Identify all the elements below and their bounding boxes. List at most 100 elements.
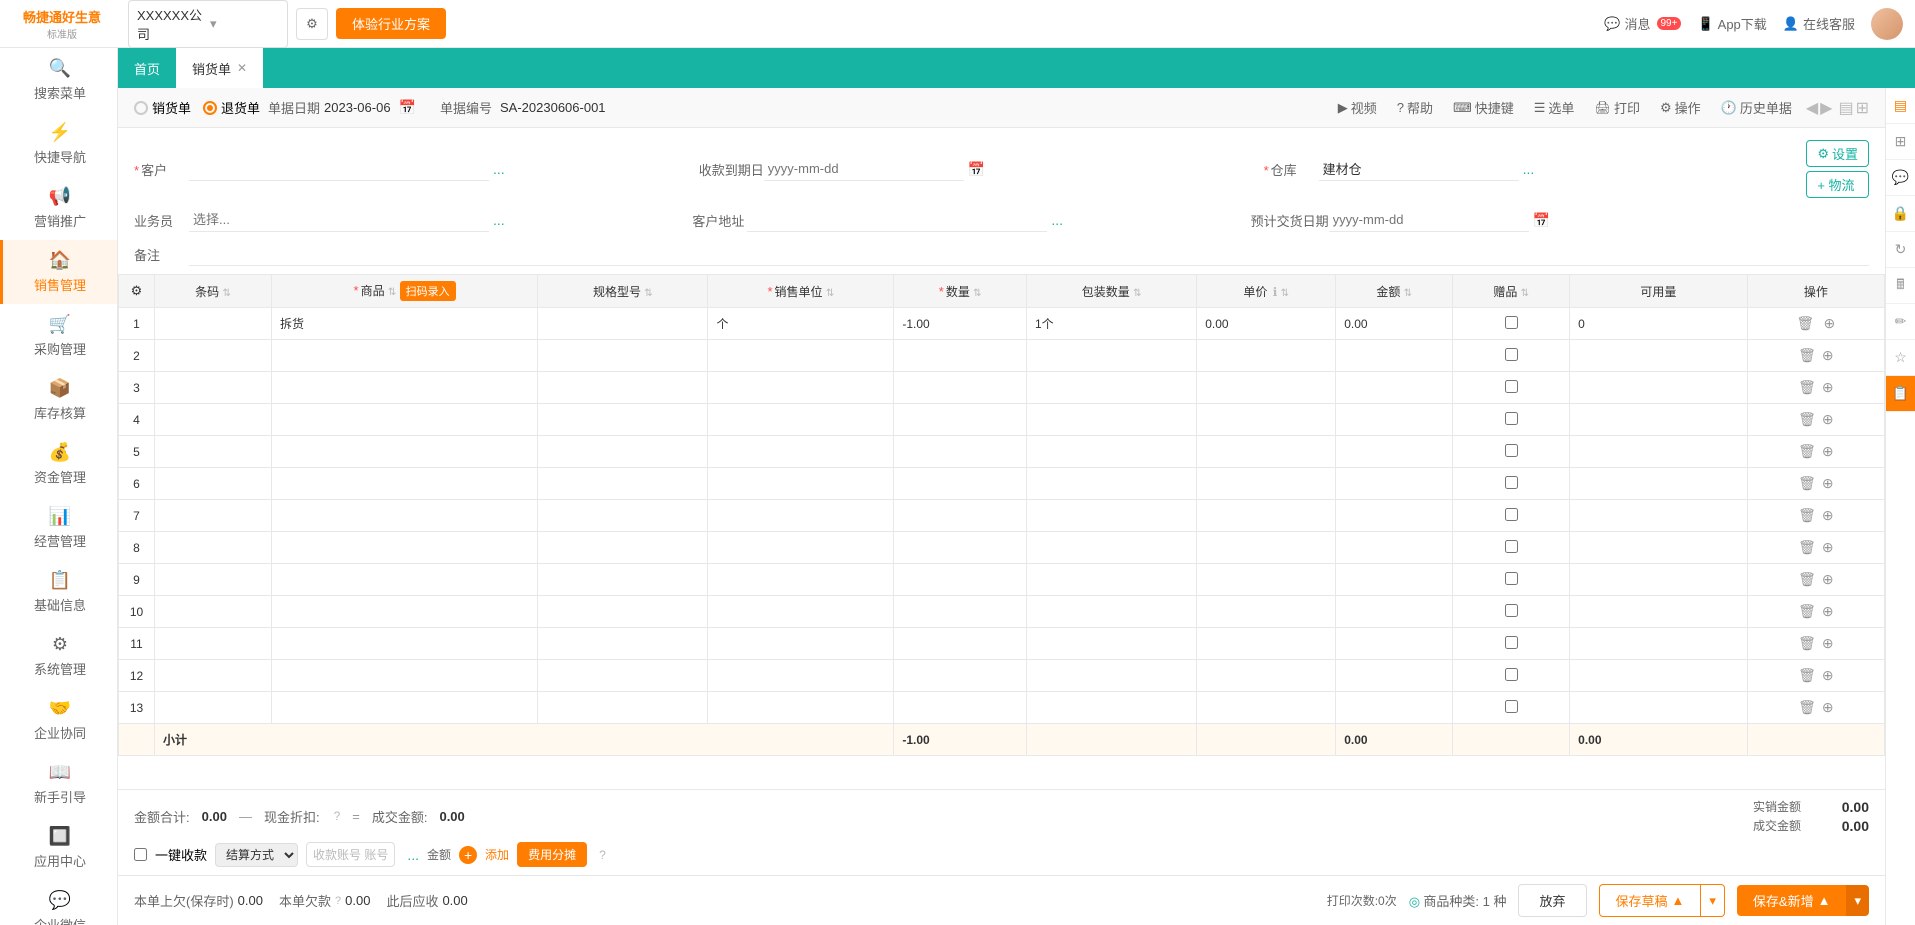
th-spec-sort[interactable]: ⇅: [644, 288, 652, 299]
add-payment-btn[interactable]: +: [459, 846, 477, 864]
copy-row-btn[interactable]: ⊕: [1819, 473, 1837, 494]
cell-quantity[interactable]: -1.00: [894, 308, 1027, 340]
delete-row-btn[interactable]: 🗑: [1795, 633, 1819, 654]
delete-row-btn[interactable]: 🗑: [1795, 601, 1819, 622]
cell-product[interactable]: [271, 596, 537, 628]
cell-unit-price[interactable]: 0.00: [1197, 308, 1336, 340]
cell-unit[interactable]: [708, 500, 894, 532]
sidebar-item-guide[interactable]: 📖 新手引导: [0, 752, 117, 816]
cell-quantity[interactable]: [894, 340, 1027, 372]
cell-unit[interactable]: [708, 436, 894, 468]
copy-row-btn[interactable]: ⊕: [1821, 313, 1839, 334]
save-draft-dropdown-btn[interactable]: ▾: [1701, 884, 1725, 917]
cell-spec[interactable]: [538, 660, 708, 692]
customer-input[interactable]: [189, 157, 489, 181]
radio-sales[interactable]: 销货单: [134, 98, 191, 117]
cell-barcode[interactable]: [155, 692, 272, 724]
cell-gift[interactable]: [1453, 628, 1570, 660]
setting-button[interactable]: ⚙ 设置: [1806, 140, 1869, 167]
delete-row-btn[interactable]: 🗑: [1795, 441, 1819, 462]
right-panel-comment[interactable]: 💬: [1886, 160, 1915, 196]
sidebar-item-marketing[interactable]: 📢 营销推广: [0, 176, 117, 240]
cell-quantity[interactable]: [894, 628, 1027, 660]
payment-account-input[interactable]: 收款账号 账号: [306, 842, 395, 867]
cell-product[interactable]: [271, 436, 537, 468]
cell-spec[interactable]: [538, 596, 708, 628]
gift-checkbox[interactable]: [1505, 700, 1518, 713]
cell-package-qty[interactable]: [1027, 500, 1197, 532]
sidebar-item-finance[interactable]: 💰 资金管理: [0, 432, 117, 496]
cell-gift[interactable]: [1453, 404, 1570, 436]
cell-spec[interactable]: [538, 308, 708, 340]
gift-checkbox[interactable]: [1505, 348, 1518, 361]
cell-product[interactable]: [271, 532, 537, 564]
sidebar-item-search[interactable]: 🔍 搜索菜单: [0, 48, 117, 112]
cell-amount[interactable]: [1336, 436, 1453, 468]
copy-row-btn[interactable]: ⊕: [1819, 409, 1837, 430]
discount-info-icon[interactable]: ?: [334, 809, 341, 823]
cell-gift[interactable]: [1453, 660, 1570, 692]
cell-barcode[interactable]: [155, 308, 272, 340]
copy-row-btn[interactable]: ⊕: [1819, 377, 1837, 398]
copy-row-btn[interactable]: ⊕: [1819, 633, 1837, 654]
one-click-payment-checkbox[interactable]: [134, 848, 147, 861]
cell-product[interactable]: 拆货: [271, 308, 537, 340]
copy-row-btn[interactable]: ⊕: [1819, 665, 1837, 686]
th-gift-sort[interactable]: ⇅: [1521, 288, 1529, 299]
cell-gift[interactable]: [1453, 436, 1570, 468]
payment-account-dots[interactable]: ...: [407, 847, 419, 863]
cell-unit-price[interactable]: [1197, 468, 1336, 500]
nav-next-icon[interactable]: ▶: [1820, 98, 1832, 118]
cell-amount[interactable]: [1336, 372, 1453, 404]
copy-row-btn[interactable]: ⊕: [1819, 697, 1837, 718]
scan-btn[interactable]: 扫码录入: [400, 281, 456, 301]
avatar[interactable]: [1871, 8, 1903, 40]
cell-package-qty[interactable]: [1027, 660, 1197, 692]
gift-checkbox[interactable]: [1505, 412, 1518, 425]
cell-unit-price[interactable]: [1197, 532, 1336, 564]
cell-product[interactable]: [271, 340, 537, 372]
gift-checkbox[interactable]: [1505, 540, 1518, 553]
expected-date-input[interactable]: [1329, 208, 1529, 232]
cell-gift[interactable]: [1453, 692, 1570, 724]
delete-row-btn[interactable]: 🗑: [1795, 409, 1819, 430]
cell-package-qty[interactable]: [1027, 468, 1197, 500]
cell-quantity[interactable]: [894, 692, 1027, 724]
right-panel-calculator[interactable]: 🖩: [1886, 268, 1915, 304]
delete-row-btn[interactable]: 🗑: [1795, 537, 1819, 558]
right-panel-edit[interactable]: ✏: [1886, 304, 1915, 340]
warehouse-input[interactable]: [1319, 157, 1519, 181]
cell-quantity[interactable]: [894, 596, 1027, 628]
copy-row-btn[interactable]: ⊕: [1819, 441, 1837, 462]
cell-unit-price[interactable]: [1197, 436, 1336, 468]
cell-barcode[interactable]: [155, 372, 272, 404]
cell-amount[interactable]: [1336, 564, 1453, 596]
cell-package-qty[interactable]: [1027, 692, 1197, 724]
cell-barcode[interactable]: [155, 340, 272, 372]
cell-barcode[interactable]: [155, 500, 272, 532]
th-qty-sort[interactable]: ⇅: [973, 288, 981, 299]
th-barcode-sort[interactable]: ⇅: [222, 288, 230, 299]
gift-checkbox[interactable]: [1505, 444, 1518, 457]
sidebar-item-purchase[interactable]: 🛒 采购管理: [0, 304, 117, 368]
cell-unit-price[interactable]: [1197, 372, 1336, 404]
salesperson-dots[interactable]: ...: [493, 212, 505, 228]
sidebar-item-quick-nav[interactable]: ⚡ 快捷导航: [0, 112, 117, 176]
cell-package-qty[interactable]: [1027, 436, 1197, 468]
tab-home[interactable]: 首页: [118, 48, 176, 88]
gift-checkbox[interactable]: [1505, 508, 1518, 521]
gift-checkbox[interactable]: [1505, 604, 1518, 617]
sidebar-item-basic[interactable]: 📋 基础信息: [0, 560, 117, 624]
right-panel-refresh[interactable]: ↻: [1886, 232, 1915, 268]
sidebar-item-inventory[interactable]: 📦 库存核算: [0, 368, 117, 432]
cell-unit[interactable]: [708, 532, 894, 564]
cell-package-qty[interactable]: [1027, 564, 1197, 596]
cell-quantity[interactable]: [894, 404, 1027, 436]
view-grid-icon[interactable]: ⊞: [1856, 98, 1869, 118]
cell-quantity[interactable]: [894, 372, 1027, 404]
cell-spec[interactable]: [538, 468, 708, 500]
cell-amount[interactable]: [1336, 660, 1453, 692]
unit-price-info-icon[interactable]: ℹ: [1273, 285, 1278, 299]
history-btn[interactable]: 🕐 历史单据: [1715, 96, 1798, 119]
cell-gift[interactable]: [1453, 564, 1570, 596]
